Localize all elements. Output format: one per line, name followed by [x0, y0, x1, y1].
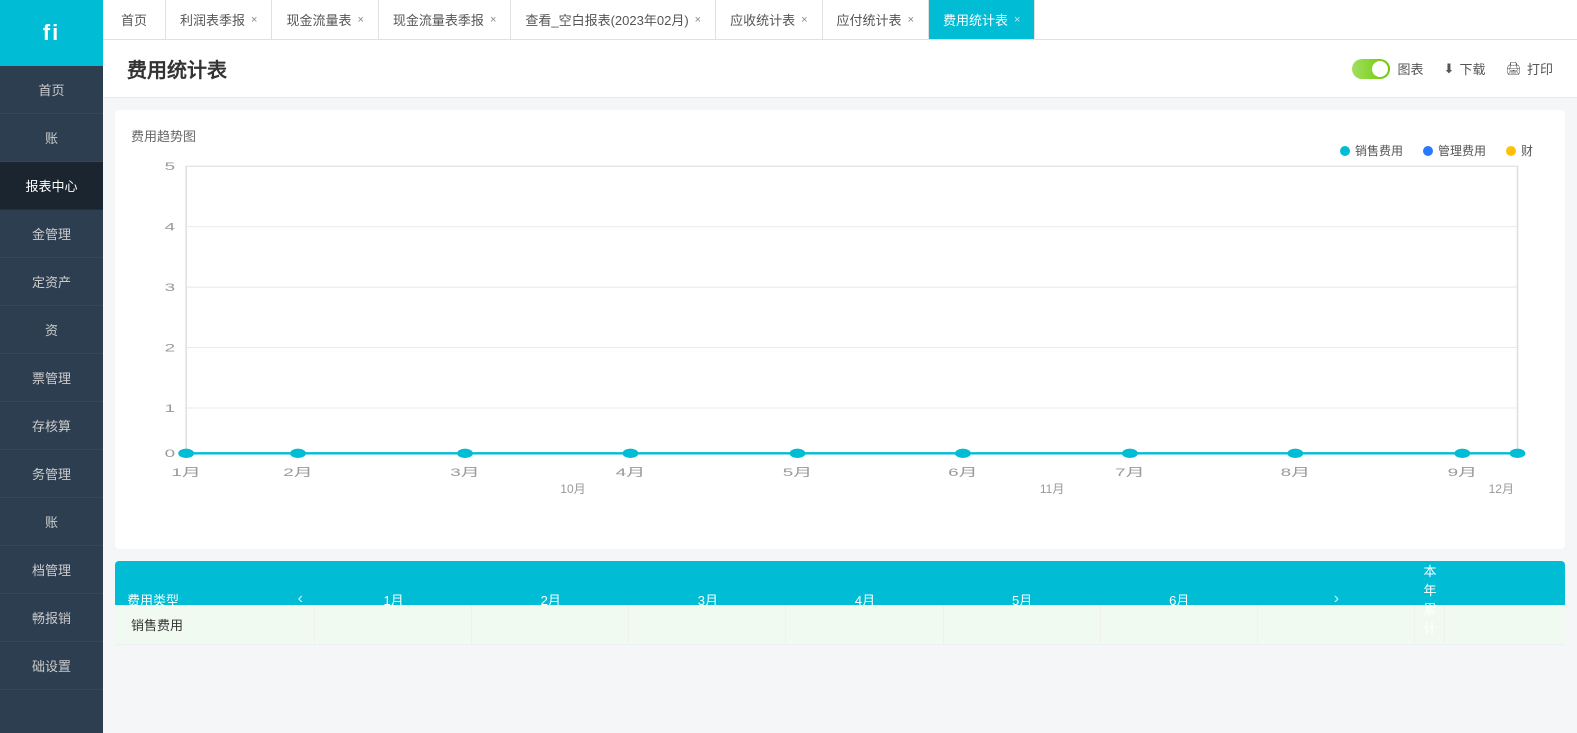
svg-text:5: 5: [165, 161, 176, 173]
tab-close-icon[interactable]: ×: [908, 14, 914, 26]
tab-close-icon[interactable]: ×: [251, 14, 257, 26]
tab-close-icon[interactable]: ×: [357, 14, 363, 26]
sidebar-item-settings[interactable]: 础设置: [0, 642, 103, 690]
sidebar-item-inventory[interactable]: 存核算: [0, 402, 103, 450]
chart-toggle[interactable]: [1352, 59, 1390, 79]
sidebar-item-ledger[interactable]: 账: [0, 498, 103, 546]
row-cell-2: [472, 605, 629, 644]
table-row: 销售费用: [115, 605, 1565, 645]
download-button[interactable]: ⬇ 下载: [1444, 59, 1486, 78]
page-area: 费用统计表 图表 ⬇ 下载 🖨 打印 费用趋势图: [103, 40, 1577, 733]
svg-text:5月: 5月: [783, 467, 812, 479]
sidebar: fi 首页 账 报表中心 金管理 定资产 资 票管理 存核算 务管理 账 档管理…: [0, 0, 103, 733]
sidebar-item-capital[interactable]: 资: [0, 306, 103, 354]
svg-text:6月: 6月: [948, 467, 977, 479]
chart-svg: 5 4 3 2 1 0: [131, 153, 1549, 493]
sidebar-item-reports[interactable]: 报表中心: [0, 162, 103, 210]
tab-expense-stats[interactable]: 费用统计表 ×: [929, 0, 1035, 39]
svg-text:1月: 1月: [171, 467, 200, 479]
svg-text:2月: 2月: [283, 467, 312, 479]
row-cell-4: [786, 605, 943, 644]
svg-text:1: 1: [165, 402, 176, 414]
svg-text:4月: 4月: [616, 467, 645, 479]
page-title: 费用统计表: [127, 54, 227, 83]
tab-close-icon[interactable]: ×: [490, 14, 496, 26]
row-type-sales: 销售费用: [115, 605, 315, 644]
sidebar-item-home[interactable]: 首页: [0, 66, 103, 114]
toggle-label: 图表: [1398, 59, 1424, 78]
sidebar-logo: fi: [0, 0, 103, 66]
header-actions: 图表 ⬇ 下载 🖨 打印: [1352, 59, 1553, 79]
x-label-12m: 12月: [1489, 480, 1514, 497]
print-icon: 🖨: [1505, 61, 1522, 77]
tab-blank-report[interactable]: 查看_空白报表(2023年02月) ×: [511, 0, 716, 39]
tab-close-active-icon[interactable]: ×: [1014, 14, 1020, 26]
chart-container: 5 4 3 2 1 0: [131, 153, 1549, 533]
tab-cashflow-quarterly[interactable]: 现金流量表季报 ×: [379, 0, 511, 39]
tab-bar: 首页 利润表季报 × 现金流量表 × 现金流量表季报 × 查看_空白报表(202…: [103, 0, 1577, 40]
row-cell-1: [315, 605, 472, 644]
sidebar-item-archive[interactable]: 档管理: [0, 546, 103, 594]
next-arrow[interactable]: ›: [1334, 590, 1339, 608]
page-header: 费用统计表 图表 ⬇ 下载 🖨 打印: [103, 40, 1577, 98]
row-cell-6: [1101, 605, 1258, 644]
svg-text:4: 4: [165, 221, 176, 233]
tab-home[interactable]: 首页: [103, 0, 166, 39]
sidebar-item-service[interactable]: 务管理: [0, 450, 103, 498]
svg-text:3: 3: [165, 281, 176, 293]
tab-close-icon[interactable]: ×: [695, 14, 701, 26]
sidebar-item-account[interactable]: 账: [0, 114, 103, 162]
svg-text:8月: 8月: [1281, 467, 1310, 479]
tab-payable[interactable]: 应付统计表 ×: [823, 0, 929, 39]
tab-close-icon[interactable]: ×: [801, 14, 807, 26]
x-label-11m: 11月: [1040, 480, 1064, 497]
print-button[interactable]: 🖨 打印: [1505, 59, 1553, 78]
sidebar-item-invoice[interactable]: 票管理: [0, 354, 103, 402]
chart-section: 费用趋势图 销售费用 管理费用 财: [115, 110, 1565, 549]
row-cell-nav: [1258, 605, 1415, 644]
tab-cashflow[interactable]: 现金流量表 ×: [272, 0, 378, 39]
toggle-wrap: 图表: [1352, 59, 1424, 79]
svg-text:9月: 9月: [1448, 467, 1477, 479]
prev-arrow[interactable]: ‹: [298, 590, 303, 608]
table-section: 费用类型 ‹ 1月 2月 3月 4月 5月 6月 › 本年累计 销售费用: [115, 561, 1565, 645]
row-cell-3: [629, 605, 786, 644]
row-cell-5: [944, 605, 1101, 644]
svg-text:7月: 7月: [1115, 467, 1144, 479]
sidebar-item-finance[interactable]: 金管理: [0, 210, 103, 258]
main-area: 首页 利润表季报 × 现金流量表 × 现金流量表季报 × 查看_空白报表(202…: [103, 0, 1577, 733]
chart-title: 费用趋势图: [131, 126, 1549, 145]
table-header: 费用类型 ‹ 1月 2月 3月 4月 5月 6月 › 本年累计: [115, 561, 1565, 605]
table-body: 销售费用: [115, 605, 1565, 645]
sidebar-item-expense[interactable]: 畅报销: [0, 594, 103, 642]
x-label-10m: 10月: [560, 480, 585, 497]
svg-text:0: 0: [165, 448, 176, 460]
download-icon: ⬇: [1444, 61, 1455, 77]
svg-text:2: 2: [165, 342, 176, 354]
row-cell-total: [1415, 605, 1445, 644]
tab-profit-quarterly[interactable]: 利润表季报 ×: [166, 0, 272, 39]
tab-receivable[interactable]: 应收统计表 ×: [716, 0, 822, 39]
svg-text:3月: 3月: [450, 467, 479, 479]
sidebar-item-assets[interactable]: 定资产: [0, 258, 103, 306]
